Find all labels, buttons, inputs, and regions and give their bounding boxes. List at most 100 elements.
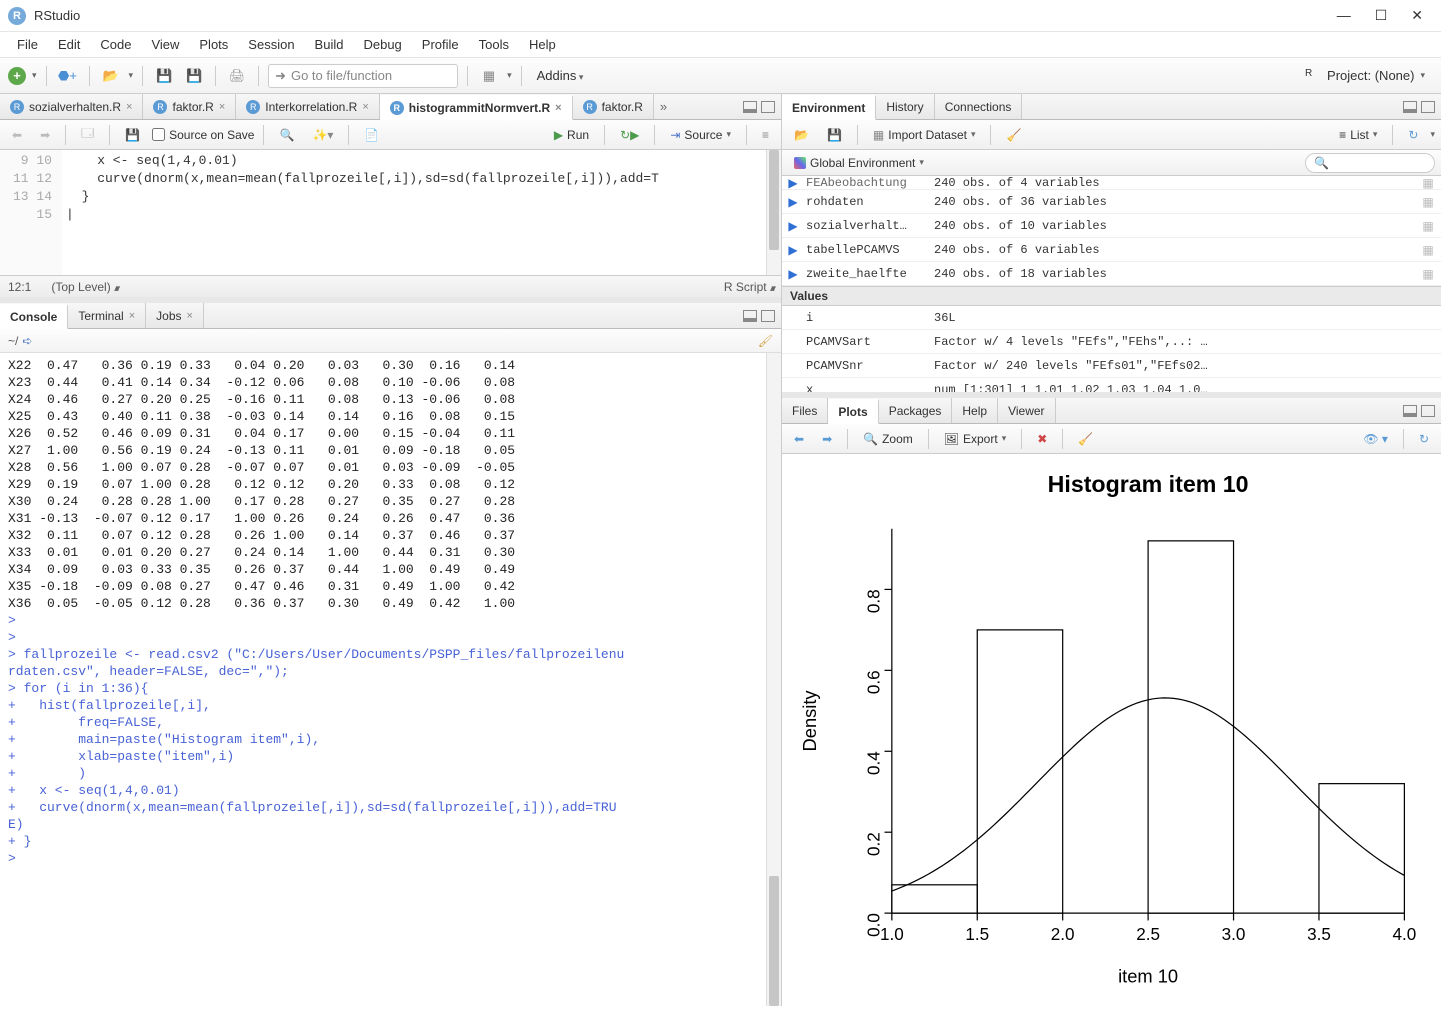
menu-session[interactable]: Session bbox=[239, 34, 303, 55]
close-tab-icon[interactable]: × bbox=[129, 310, 135, 322]
close-tab-icon[interactable]: × bbox=[126, 101, 132, 113]
grid-view-button[interactable]: ▦ bbox=[477, 64, 501, 88]
save-button[interactable]: 💾 bbox=[152, 64, 176, 88]
tab-interkorrelation[interactable]: RInterkorrelation.R× bbox=[236, 94, 379, 119]
tab-help[interactable]: Help bbox=[952, 398, 998, 423]
menu-view[interactable]: View bbox=[142, 34, 188, 55]
menu-help[interactable]: Help bbox=[520, 34, 565, 55]
import-dataset-button[interactable]: ▦ Import Dataset bbox=[867, 126, 982, 144]
minimize-pane-button[interactable] bbox=[743, 101, 757, 113]
outline-button[interactable]: ≡ bbox=[756, 126, 775, 144]
clear-console-button[interactable]: 🖌 bbox=[758, 334, 773, 348]
minimize-pane-button[interactable] bbox=[1403, 101, 1417, 113]
tab-faktor2[interactable]: Rfaktor.R bbox=[573, 94, 654, 119]
forward-button[interactable]: ➡ bbox=[34, 126, 56, 144]
clear-plots-button[interactable]: 🧹 bbox=[1072, 430, 1099, 448]
print-button[interactable]: 🖨 bbox=[225, 64, 249, 88]
env-value-item[interactable]: PCAMVSartFactor w/ 4 levels "FEfs","FEhs… bbox=[782, 330, 1441, 354]
menu-file[interactable]: File bbox=[8, 34, 47, 55]
close-tab-icon[interactable]: × bbox=[187, 310, 193, 322]
tab-files[interactable]: Files bbox=[782, 398, 828, 423]
run-button[interactable]: ▶ Run bbox=[548, 126, 595, 144]
maximize-pane-button[interactable] bbox=[761, 310, 775, 322]
tab-history[interactable]: History bbox=[876, 94, 934, 119]
tab-histogrammitNormvert[interactable]: RhistogrammitNormvert.R× bbox=[380, 95, 573, 120]
tab-faktor1[interactable]: Rfaktor.R× bbox=[143, 94, 236, 119]
env-value-item[interactable]: i36L bbox=[782, 306, 1441, 330]
addins-dropdown[interactable]: Addins bbox=[531, 66, 590, 85]
minimize-pane-button[interactable] bbox=[743, 310, 757, 322]
close-tab-icon[interactable]: × bbox=[219, 101, 225, 113]
list-view-button[interactable]: ≡ List bbox=[1333, 126, 1383, 144]
rerun-button[interactable]: ↻▶ bbox=[614, 126, 645, 144]
tab-console[interactable]: Console bbox=[0, 304, 68, 329]
new-project-button[interactable]: ⬣+ bbox=[56, 64, 80, 88]
next-plot-button[interactable]: ➡ bbox=[816, 430, 838, 448]
minimize-button[interactable]: — bbox=[1337, 7, 1351, 24]
save-all-button[interactable]: 💾 bbox=[182, 64, 206, 88]
save-workspace-button[interactable]: 💾 bbox=[821, 126, 848, 144]
close-tab-icon[interactable]: × bbox=[362, 101, 368, 113]
open-file-button[interactable]: 📂 bbox=[99, 64, 123, 88]
refresh-env-button[interactable]: ↻ bbox=[1402, 126, 1424, 144]
remove-plot-button[interactable]: ✖ bbox=[1031, 430, 1053, 448]
prev-plot-button[interactable]: ⬅ bbox=[788, 430, 810, 448]
env-search-input[interactable]: 🔍 bbox=[1305, 153, 1435, 173]
maximize-pane-button[interactable] bbox=[761, 101, 775, 113]
minimize-pane-button[interactable] bbox=[1403, 405, 1417, 417]
console-output[interactable]: X22 0.47 0.36 0.19 0.33 0.04 0.20 0.03 0… bbox=[0, 353, 781, 1006]
working-directory[interactable]: ~/ bbox=[8, 334, 18, 348]
export-button[interactable]: 🖼 Export bbox=[938, 430, 1012, 448]
env-value-item[interactable]: xnum [1:301] 1 1.01 1.02 1.03 1.04 1.0… bbox=[782, 378, 1441, 392]
load-workspace-button[interactable]: 📂 bbox=[788, 126, 815, 144]
new-file-button[interactable]: + bbox=[8, 67, 26, 85]
project-selector[interactable]: R Project: (None) ▾ bbox=[1297, 66, 1433, 86]
wand-button[interactable]: ✨▾ bbox=[306, 126, 339, 144]
env-item[interactable]: ▶FEAbeobachtung240 obs. of 4 variables▦ bbox=[782, 176, 1441, 190]
maximize-button[interactable]: ☐ bbox=[1375, 7, 1388, 24]
menu-code[interactable]: Code bbox=[91, 34, 140, 55]
env-item[interactable]: ▶sozialverhalt…240 obs. of 10 variables▦ bbox=[782, 214, 1441, 238]
menu-build[interactable]: Build bbox=[306, 34, 353, 55]
clear-env-button[interactable]: 🧹 bbox=[1000, 126, 1027, 144]
source-button[interactable]: ⇥ Source bbox=[664, 126, 737, 144]
maximize-pane-button[interactable] bbox=[1421, 405, 1435, 417]
menu-edit[interactable]: Edit bbox=[49, 34, 89, 55]
close-tab-icon[interactable]: × bbox=[555, 102, 561, 114]
editor-scrollbar[interactable] bbox=[766, 150, 781, 275]
menu-plots[interactable]: Plots bbox=[190, 34, 237, 55]
tab-plots[interactable]: Plots bbox=[828, 399, 878, 424]
show-in-new-window-button[interactable]: 🗔 bbox=[75, 122, 100, 147]
env-scope-selector[interactable]: Global Environment bbox=[788, 154, 930, 172]
source-on-save-checkbox[interactable]: Source on Save bbox=[152, 128, 254, 142]
scope-indicator[interactable]: (Top Level) ▴▾ bbox=[51, 280, 117, 294]
env-item[interactable]: ▶tabellePCAMVS240 obs. of 6 variables▦ bbox=[782, 238, 1441, 262]
env-value-item[interactable]: PCAMVSnrFactor w/ 240 levels "FEfs01","F… bbox=[782, 354, 1441, 378]
zoom-button[interactable]: 🔍 Zoom bbox=[857, 430, 919, 448]
env-item[interactable]: ▶rohdaten240 obs. of 36 variables▦ bbox=[782, 190, 1441, 214]
tab-sozialverhalten[interactable]: Rsozialverhalten.R× bbox=[0, 94, 143, 119]
env-item[interactable]: ▶zweite_haelfte240 obs. of 18 variables▦ bbox=[782, 262, 1441, 286]
tab-environment[interactable]: Environment bbox=[782, 95, 876, 120]
refresh-plot-button[interactable]: ↻ bbox=[1413, 430, 1435, 448]
more-tabs-button[interactable]: » bbox=[654, 94, 673, 119]
report-button[interactable]: 📄 bbox=[358, 126, 385, 144]
goto-file-input[interactable]: ➜ Go to file/function bbox=[268, 64, 458, 88]
tab-viewer[interactable]: Viewer bbox=[998, 398, 1055, 423]
maximize-pane-button[interactable] bbox=[1421, 101, 1435, 113]
language-indicator[interactable]: R Script ▴▾ bbox=[724, 280, 773, 294]
save-source-button[interactable]: 💾 bbox=[119, 126, 146, 144]
tab-connections[interactable]: Connections bbox=[935, 94, 1023, 119]
tab-jobs[interactable]: Jobs× bbox=[146, 303, 204, 328]
menu-profile[interactable]: Profile bbox=[413, 34, 468, 55]
code-editor[interactable]: x <- seq(1,4,0.01) curve(dnorm(x,mean=me… bbox=[62, 150, 781, 275]
close-button[interactable]: ✕ bbox=[1411, 7, 1423, 24]
back-button[interactable]: ⬅ bbox=[6, 126, 28, 144]
tab-packages[interactable]: Packages bbox=[879, 398, 953, 423]
publish-button[interactable]: 👁 ▾ bbox=[1357, 430, 1394, 448]
tab-terminal[interactable]: Terminal× bbox=[68, 303, 146, 328]
find-button[interactable]: 🔍 bbox=[273, 126, 300, 144]
console-scrollbar[interactable] bbox=[766, 353, 781, 1006]
menu-tools[interactable]: Tools bbox=[470, 34, 518, 55]
menu-debug[interactable]: Debug bbox=[354, 34, 410, 55]
